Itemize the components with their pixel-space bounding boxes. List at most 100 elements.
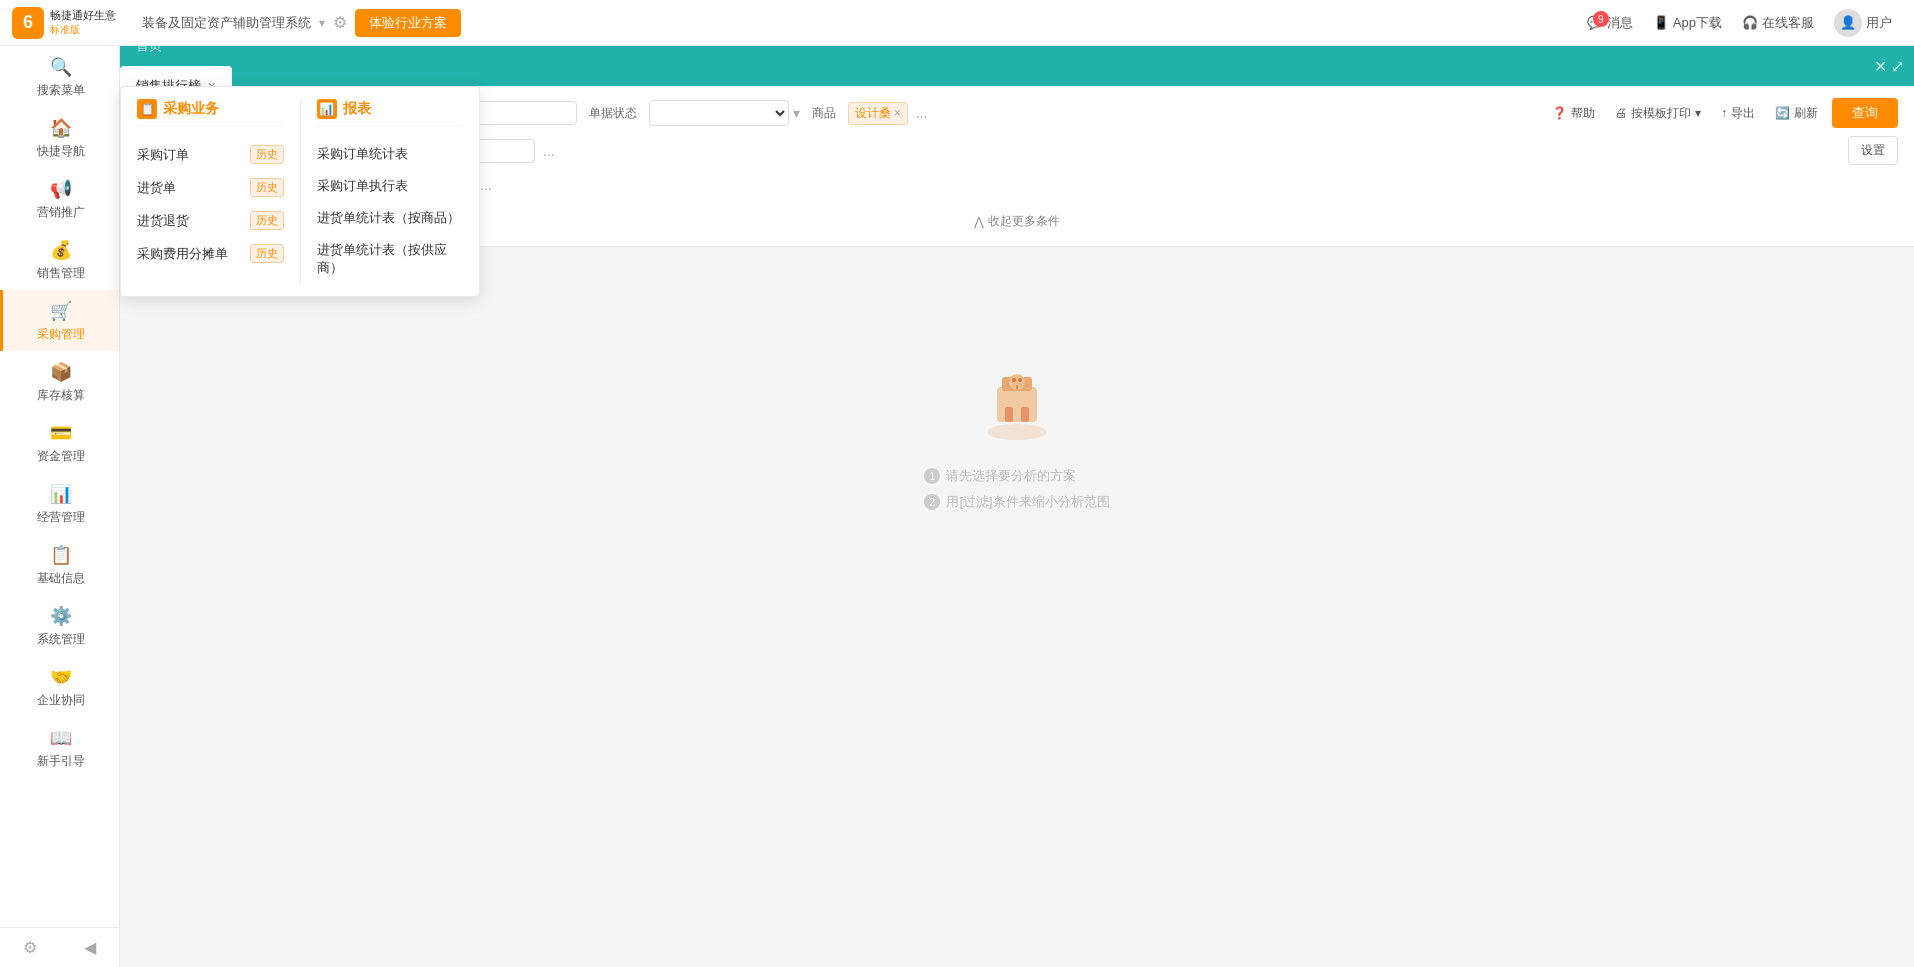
online-service-button[interactable]: 🎧 在线客服 — [1742, 14, 1814, 32]
report-label: 报表 — [343, 100, 371, 118]
goods-label: 商品 — [812, 105, 836, 122]
dropdown-col2-item-label-2: 进货单统计表（按商品） — [317, 209, 460, 227]
logo-brand: 畅捷通好生意 — [50, 8, 116, 22]
empty-step-2: 2 用[过滤]条件来缩小分析范围 — [924, 489, 1109, 515]
dropdown-col2-item-3[interactable]: 进货单统计表（按供应商） — [317, 234, 464, 284]
sidebar-label-11: 新手引导 — [37, 753, 85, 770]
empty-step-2-text: 用[过滤]条件来缩小分析范围 — [946, 489, 1109, 515]
dropdown-col1-item-label-2: 进货退货 — [137, 212, 189, 230]
dropdown-col1-item-3[interactable]: 采购费用分摊单 历史 — [137, 237, 284, 270]
sidebar-icon-6: 💳 — [50, 422, 72, 444]
sidebar-item-10[interactable]: 🤝 企业协同 — [0, 656, 119, 717]
goods-dots[interactable]: ... — [912, 105, 932, 121]
doc-status-dropdown-icon: ▾ — [793, 105, 800, 121]
industry-solution-button[interactable]: 体验行业方案 — [355, 9, 461, 37]
sidebar-item-2[interactable]: 📢 营销推广 — [0, 168, 119, 229]
dropdown-col2-item-0[interactable]: 采购订单统计表 — [317, 138, 464, 170]
goods-tag-text: 设计桑 — [855, 105, 891, 122]
refresh-label: 刷新 — [1794, 105, 1818, 122]
goods-tag: 设计桑 × — [848, 102, 908, 125]
sidebar-item-5[interactable]: 📦 库存核算 — [0, 351, 119, 412]
salesperson-dots[interactable]: ... — [539, 143, 559, 159]
print-button[interactable]: 🖨 按模板打印 ▾ — [1609, 101, 1707, 126]
sidebar-icon-9: ⚙️ — [50, 605, 72, 627]
sidebar-icon-3: 💰 — [50, 239, 72, 261]
sidebar-label-1: 快捷导航 — [37, 143, 85, 160]
dropdown-col1-item-label-3: 采购费用分摊单 — [137, 245, 228, 263]
query-button[interactable]: 查询 — [1832, 98, 1898, 128]
sidebar-settings-icon[interactable]: ⚙ — [23, 938, 37, 957]
sidebar-icon-2: 📢 — [50, 178, 72, 200]
sidebar-item-8[interactable]: 📋 基础信息 — [0, 534, 119, 595]
empty-step-1-text: 请先选择要分析的方案 — [946, 463, 1076, 489]
sidebar-item-3[interactable]: 💰 销售管理 — [0, 229, 119, 290]
app-download-button[interactable]: 📱 App下载 — [1653, 14, 1722, 32]
sidebar-item-0[interactable]: 🔍 搜索菜单 — [0, 46, 119, 107]
sidebar-item-6[interactable]: 💳 资金管理 — [0, 412, 119, 473]
dropdown-col2-item-2[interactable]: 进货单统计表（按商品） — [317, 202, 464, 234]
message-icon-wrapper: 💬 9 — [1587, 15, 1603, 30]
dropdown-col2-item-1[interactable]: 采购订单执行表 — [317, 170, 464, 202]
service-label: 在线客服 — [1762, 14, 1814, 32]
header-settings-icon[interactable]: ⚙ — [333, 13, 347, 32]
collapse-label: 收起更多条件 — [988, 213, 1060, 230]
user-label: 用户 — [1866, 14, 1892, 32]
refresh-icon: 🔄 — [1775, 106, 1790, 120]
sidebar-item-4[interactable]: 🛒 采购管理 — [0, 290, 119, 351]
print-icon: 🖨 — [1615, 106, 1627, 120]
dropdown-col2-items: 采购订单统计表采购订单执行表进货单统计表（按商品） 进货单统计表（按供应商） — [317, 138, 464, 284]
sidebar-collapse-icon[interactable]: ◀ — [84, 938, 96, 957]
dropdown-col1-item-2[interactable]: 进货退货 历史 — [137, 204, 284, 237]
dropdown-col2-item-label-0: 采购订单统计表 — [317, 145, 408, 163]
doc-status-select[interactable] — [649, 100, 789, 126]
sidebar-icon-0: 🔍 — [50, 56, 72, 78]
app-label: App下载 — [1673, 14, 1722, 32]
sidebar-icon-1: 🏠 — [50, 117, 72, 139]
dropdown-overlay: 📋 采购业务 采购订单 历史 进货单 历史 进货退货 历史 采购费用分摊单 历史… — [120, 86, 480, 297]
export-label: 导出 — [1731, 105, 1755, 122]
sidebar-label-5: 库存核算 — [37, 387, 85, 404]
tab-close-all-icon[interactable]: ✕ — [1874, 57, 1887, 76]
dropdown-col1-item-1[interactable]: 进货单 历史 — [137, 171, 284, 204]
empty-step-1: 1 请先选择要分析的方案 — [924, 463, 1109, 489]
phone-icon: 📱 — [1653, 15, 1669, 30]
dropdown-col1-item-0[interactable]: 采购订单 历史 — [137, 138, 284, 171]
sidebar-item-11[interactable]: 📖 新手引导 — [0, 717, 119, 778]
step-2-num: 2 — [924, 494, 940, 510]
top-header: 6 畅捷通好生意 标准版 装备及固定资产辅助管理系统 ▾ ⚙ 体验行业方案 💬 … — [0, 0, 1914, 46]
refresh-button[interactable]: 🔄 刷新 — [1769, 101, 1824, 126]
settings-button[interactable]: 设置 — [1848, 136, 1898, 165]
sidebar-label-9: 系统管理 — [37, 631, 85, 648]
header-title-area: 装备及固定资产辅助管理系统 ▾ ⚙ 体验行业方案 — [132, 9, 1587, 37]
logo-text: 畅捷通好生意 标准版 — [50, 8, 116, 36]
message-button[interactable]: 💬 9 消息 — [1587, 14, 1633, 32]
sidebar-item-7[interactable]: 📊 经营管理 — [0, 473, 119, 534]
tab-expand-icon[interactable]: ⤢ — [1891, 57, 1904, 76]
goods-tag-close[interactable]: × — [894, 106, 901, 120]
dropdown-col1-item-label-0: 采购订单 — [137, 146, 189, 164]
collapse-button[interactable]: ⋀ 收起更多条件 — [974, 213, 1060, 230]
sidebar-label-6: 资金管理 — [37, 448, 85, 465]
history-badge-1: 历史 — [250, 178, 284, 197]
help-button[interactable]: ❓ 帮助 — [1546, 101, 1601, 126]
dropdown-col-report: 📊 报表 采购订单统计表采购订单执行表进货单统计表（按商品） 进货单统计表（按供应… — [300, 99, 480, 284]
svg-point-4 — [1012, 378, 1016, 382]
svg-rect-7 — [1005, 407, 1013, 422]
logo-icon: 6 — [12, 7, 44, 39]
title-dropdown-arrow[interactable]: ▾ — [319, 16, 325, 30]
sidebar: 🔍 搜索菜单 🏠 快捷导航 📢 营销推广 💰 销售管理 🛒 采购管理 📦 库存核… — [0, 46, 120, 967]
user-area[interactable]: 👤 用户 — [1834, 9, 1892, 37]
dropdown-col-business: 📋 采购业务 采购订单 历史 进货单 历史 进货退货 历史 采购费用分摊单 历史 — [121, 99, 300, 284]
sidebar-label-3: 销售管理 — [37, 265, 85, 282]
sidebar-item-1[interactable]: 🏠 快捷导航 — [0, 107, 119, 168]
report-icon: 📊 — [317, 99, 337, 119]
help-icon: ❓ — [1552, 106, 1567, 120]
export-button[interactable]: ↑ 导出 — [1715, 101, 1761, 126]
help-label: 帮助 — [1571, 105, 1595, 122]
dropdown-col2-item-label-3: 进货单统计表（按供应商） — [317, 241, 464, 277]
sidebar-label-4: 采购管理 — [37, 326, 85, 343]
dropdown-col-2-title: 📊 报表 — [317, 99, 464, 126]
tab-bar: 首页销售排行榜✕ ✕ ⤢ — [120, 46, 1914, 86]
sidebar-label-10: 企业协同 — [37, 692, 85, 709]
sidebar-item-9[interactable]: ⚙️ 系统管理 — [0, 595, 119, 656]
